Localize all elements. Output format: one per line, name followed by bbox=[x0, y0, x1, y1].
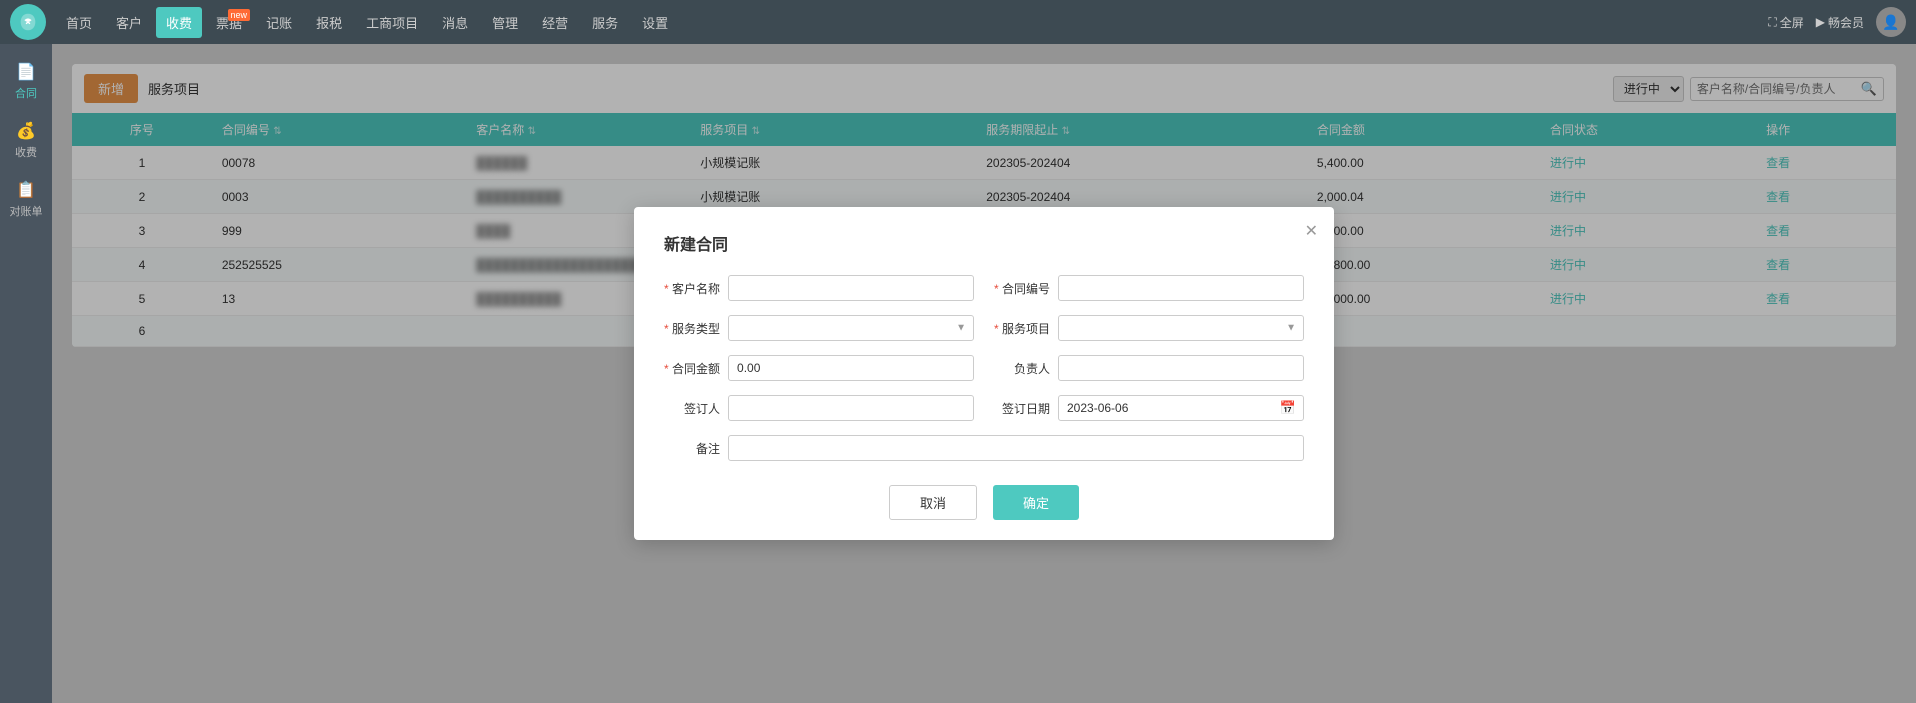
contract-no-input[interactable] bbox=[1058, 275, 1304, 301]
sidebar-item-contract[interactable]: 📄 合同 bbox=[2, 54, 50, 109]
service-type-select-wrap bbox=[728, 315, 974, 341]
nav-right: ⛶ 全屏 ▶ 畅会员 👤 bbox=[1768, 7, 1906, 37]
form-row-amount: 合同金额 bbox=[664, 355, 974, 381]
nav-bookkeeping[interactable]: 记账 bbox=[256, 7, 302, 38]
fullscreen-label: 全屏 bbox=[1780, 14, 1804, 31]
nav-customers[interactable]: 客户 bbox=[106, 7, 152, 38]
sidebar-item-statement[interactable]: 📋 对账单 bbox=[2, 172, 50, 227]
top-nav: 首页 客户 收费 票据 new 记账 报税 工商项目 消息 管理 经营 服务 设… bbox=[0, 0, 1916, 44]
sidebar-item-statement-label: 对账单 bbox=[10, 203, 43, 219]
new-badge: new bbox=[228, 9, 251, 21]
new-contract-modal: 新建合同 ✕ 客户名称 合同编号 服务类型 bbox=[634, 207, 1334, 540]
responsible-input[interactable] bbox=[1058, 355, 1304, 381]
amount-input[interactable] bbox=[728, 355, 974, 381]
nav-management[interactable]: 管理 bbox=[482, 7, 528, 38]
vip-button[interactable]: ▶ 畅会员 bbox=[1816, 14, 1864, 31]
fee-icon: 💰 bbox=[16, 121, 36, 141]
signer-input[interactable] bbox=[728, 395, 974, 421]
sign-date-input-wrap: 📅 bbox=[1058, 395, 1304, 421]
vip-icon: ▶ bbox=[1816, 15, 1825, 29]
form-row-remark: 备注 bbox=[664, 435, 1304, 461]
statement-icon: 📋 bbox=[16, 180, 36, 200]
form-row-service-item: 服务项目 bbox=[994, 315, 1304, 341]
nav-billing[interactable]: 收费 bbox=[156, 7, 202, 38]
confirm-button[interactable]: 确定 bbox=[993, 485, 1079, 520]
amount-label: 合同金额 bbox=[664, 360, 720, 377]
sidebar-item-fee[interactable]: 💰 收费 bbox=[2, 113, 50, 168]
form-row-service-type: 服务类型 bbox=[664, 315, 974, 341]
service-item-select[interactable] bbox=[1058, 315, 1304, 341]
vip-label: 畅会员 bbox=[1828, 14, 1864, 31]
sidebar-item-fee-label: 收费 bbox=[15, 144, 37, 160]
modal-close-button[interactable]: ✕ bbox=[1305, 221, 1318, 241]
form-row-sign-date: 签订日期 📅 bbox=[994, 395, 1304, 421]
customer-name-label: 客户名称 bbox=[664, 280, 720, 297]
nav-business[interactable]: 工商项目 bbox=[356, 7, 428, 38]
form-row-customer-name: 客户名称 bbox=[664, 275, 974, 301]
sign-date-label: 签订日期 bbox=[994, 400, 1050, 417]
nav-settings[interactable]: 设置 bbox=[632, 7, 678, 38]
remark-label: 备注 bbox=[664, 440, 720, 457]
form-row-signer: 签订人 bbox=[664, 395, 974, 421]
nav-home[interactable]: 首页 bbox=[56, 7, 102, 38]
form-row-contract-no: 合同编号 bbox=[994, 275, 1304, 301]
nav-bills[interactable]: 票据 new bbox=[206, 7, 252, 38]
nav-service[interactable]: 服务 bbox=[582, 7, 628, 38]
content-area: 新增 服务项目 进行中 已完成 已取消 🔍 bbox=[52, 44, 1916, 703]
sign-date-input[interactable] bbox=[1058, 395, 1304, 421]
sidebar: 📄 合同 💰 收费 📋 对账单 bbox=[0, 44, 52, 703]
modal-title: 新建合同 bbox=[664, 231, 1304, 255]
calendar-icon[interactable]: 📅 bbox=[1280, 400, 1296, 416]
contract-no-label: 合同编号 bbox=[994, 280, 1050, 297]
remark-input[interactable] bbox=[728, 435, 1304, 461]
form-row-responsible: 负责人 bbox=[994, 355, 1304, 381]
service-item-select-wrap bbox=[1058, 315, 1304, 341]
customer-name-input[interactable] bbox=[728, 275, 974, 301]
nav-operations[interactable]: 经营 bbox=[532, 7, 578, 38]
signer-label: 签订人 bbox=[664, 400, 720, 417]
main-layout: 📄 合同 💰 收费 📋 对账单 新增 服务项目 进行中 已完成 已取消 bbox=[0, 44, 1916, 703]
sidebar-item-contract-label: 合同 bbox=[15, 85, 37, 101]
fullscreen-icon: ⛶ bbox=[1768, 15, 1776, 30]
service-item-label: 服务项目 bbox=[994, 320, 1050, 337]
modal-footer: 取消 确定 bbox=[664, 485, 1304, 520]
app-logo[interactable] bbox=[10, 4, 46, 40]
contract-icon: 📄 bbox=[16, 62, 36, 82]
user-avatar[interactable]: 👤 bbox=[1876, 7, 1906, 37]
service-type-label: 服务类型 bbox=[664, 320, 720, 337]
responsible-label: 负责人 bbox=[994, 360, 1050, 377]
nav-items: 首页 客户 收费 票据 new 记账 报税 工商项目 消息 管理 经营 服务 设… bbox=[56, 7, 1768, 38]
fullscreen-button[interactable]: ⛶ 全屏 bbox=[1768, 14, 1803, 31]
nav-tax[interactable]: 报税 bbox=[306, 7, 352, 38]
modal-overlay: 新建合同 ✕ 客户名称 合同编号 服务类型 bbox=[52, 44, 1916, 703]
nav-messages[interactable]: 消息 bbox=[432, 7, 478, 38]
cancel-button[interactable]: 取消 bbox=[889, 485, 977, 520]
form-grid: 客户名称 合同编号 服务类型 服务项目 bbox=[664, 275, 1304, 461]
service-type-select[interactable] bbox=[728, 315, 974, 341]
